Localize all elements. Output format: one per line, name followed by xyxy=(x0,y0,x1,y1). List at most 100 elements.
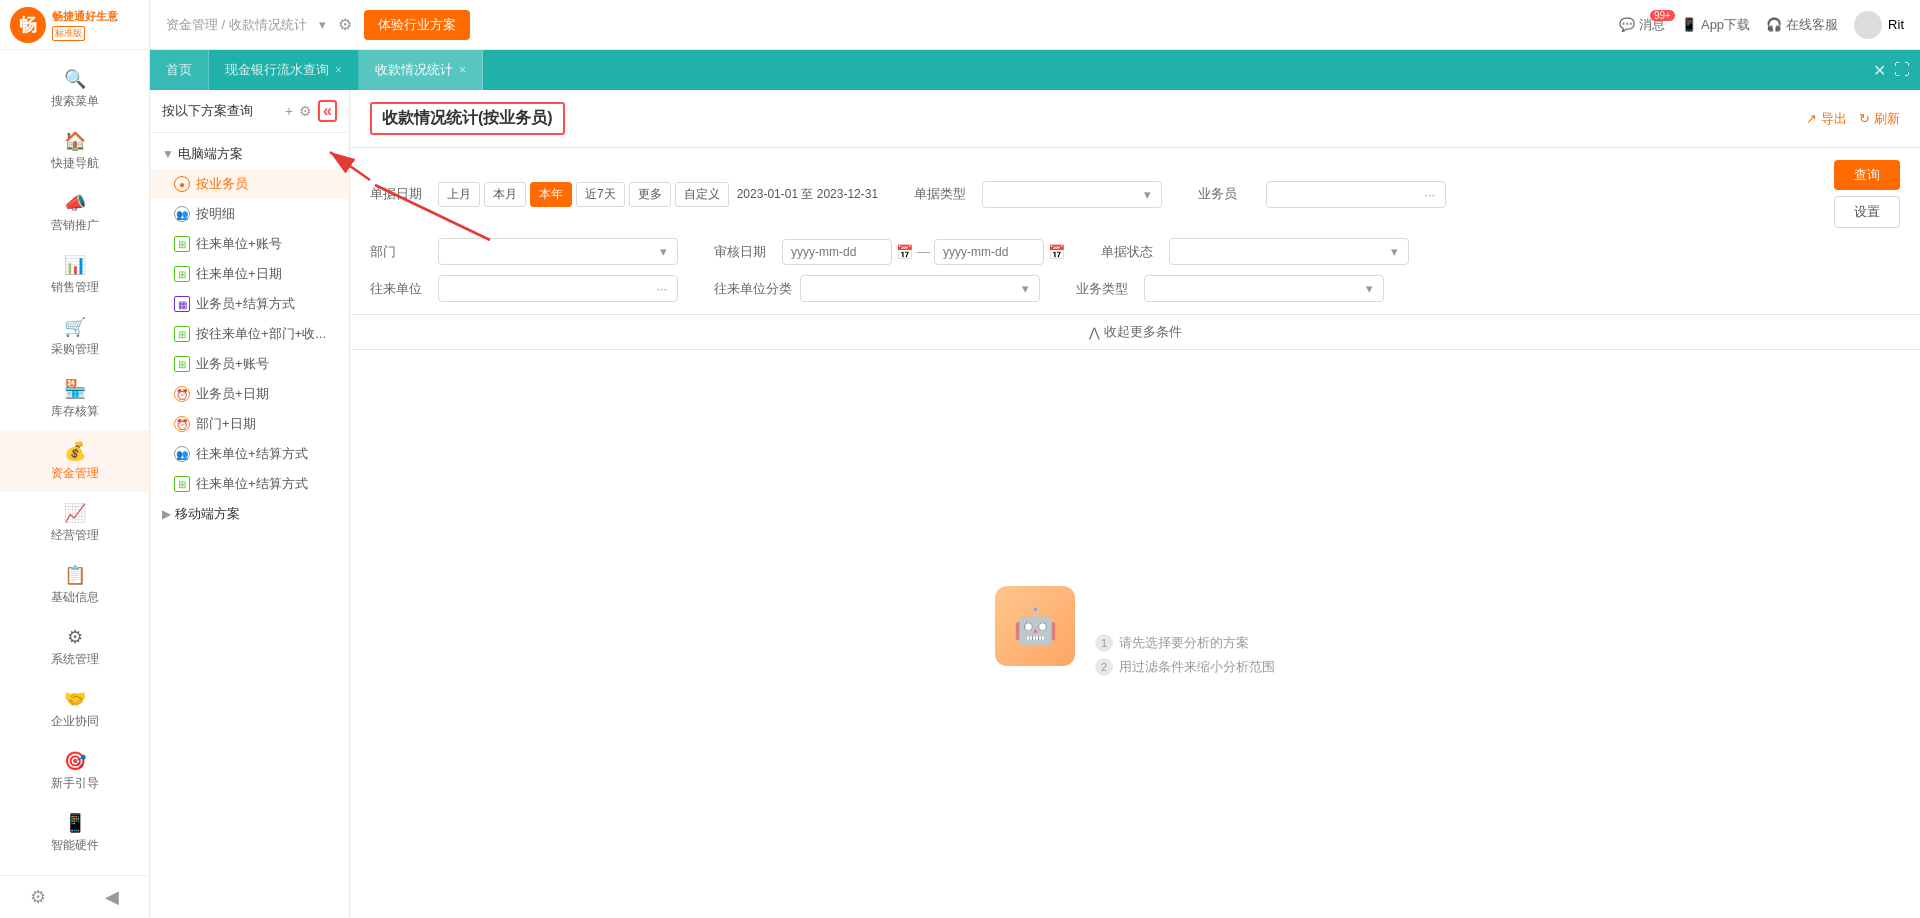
service-icon: 🎧 xyxy=(1766,17,1782,32)
scheme-item-icon-clock: ⏰ xyxy=(174,386,190,402)
scheme-settings-icon[interactable]: ⚙ xyxy=(299,103,312,119)
date-btn-last-month[interactable]: 上月 xyxy=(438,182,480,207)
scheme-item-by-detail[interactable]: 👥 按明细 xyxy=(150,199,349,229)
tab-bank-close[interactable]: × xyxy=(335,63,342,77)
sidebar-item-finance[interactable]: 💰 资金管理 xyxy=(0,430,149,492)
counterpart-category-label: 往来单位分类 xyxy=(714,280,792,298)
export-icon: ↗ xyxy=(1806,111,1817,126)
scheme-section-desktop-header[interactable]: ▼ 电脑端方案 xyxy=(150,139,349,169)
salesman-select[interactable]: ··· xyxy=(1266,181,1446,208)
salesman-item: 业务员 ··· xyxy=(1198,181,1446,208)
home-icon: 🏠 xyxy=(64,130,86,152)
scheme-item-salesman-account[interactable]: ⊞ 业务员+账号 xyxy=(150,349,349,379)
review-date-to-input[interactable] xyxy=(934,239,1044,265)
sidebar-item-guide[interactable]: 🎯 新手引导 xyxy=(0,740,149,802)
refresh-button[interactable]: ↻ 刷新 xyxy=(1859,110,1900,128)
breadcrumb-dropdown[interactable]: ▾ xyxy=(319,17,326,32)
tab-receipt-close[interactable]: × xyxy=(459,63,466,77)
sidebar-item-corp[interactable]: 🤝 企业协同 xyxy=(0,678,149,740)
scheme-item-unit-account[interactable]: ⊞ 往来单位+账号 xyxy=(150,229,349,259)
online-service-button[interactable]: 🎧 在线客服 xyxy=(1766,16,1838,34)
filter-row-3: 往来单位 ··· 往来单位分类 ▾ 业务类型 xyxy=(370,275,1900,302)
app-download-button[interactable]: 📱 App下载 xyxy=(1681,16,1750,34)
biz-type-select[interactable]: ▾ xyxy=(1144,275,1384,302)
collapse-sidebar-icon[interactable]: ◀ xyxy=(105,886,119,908)
date-label: 单据日期 xyxy=(370,185,430,203)
sidebar-item-wechat[interactable]: 💬 企业微信 xyxy=(0,864,149,875)
maximize-icon[interactable]: ⛶ xyxy=(1894,61,1910,79)
doc-status-select[interactable]: ▾ xyxy=(1169,238,1409,265)
sidebar-item-system[interactable]: ⚙ 系统管理 xyxy=(0,616,149,678)
query-button[interactable]: 查询 xyxy=(1834,160,1900,190)
operation-icon: 📈 xyxy=(64,502,86,524)
user-info[interactable]: Rit xyxy=(1854,11,1904,39)
scheme-section-mobile-header[interactable]: ▶ 移动端方案 xyxy=(150,499,349,529)
date-btn-7days[interactable]: 近7天 xyxy=(576,182,625,207)
review-date-label: 审核日期 xyxy=(714,243,774,261)
settings-button[interactable]: 设置 xyxy=(1834,196,1900,228)
scheme-item-unit-settlement1[interactable]: 👥 往来单位+结算方式 xyxy=(150,439,349,469)
logo-icon: 畅 xyxy=(10,7,46,43)
scheme-item-salesman-settlement[interactable]: ▦ 业务员+结算方式 xyxy=(150,289,349,319)
date-btn-this-month[interactable]: 本月 xyxy=(484,182,526,207)
trial-button[interactable]: 体验行业方案 xyxy=(364,10,470,40)
date-btn-more[interactable]: 更多 xyxy=(629,182,671,207)
tab-receipt[interactable]: 收款情况统计 × xyxy=(359,50,483,90)
date-btn-custom[interactable]: 自定义 xyxy=(675,182,729,207)
sidebar: 畅 畅捷通好生意 标准版 🔍 搜索菜单 🏠 快捷导航 📣 营销推广 📊 销售管理… xyxy=(0,0,150,918)
date-filter-item: 单据日期 上月 本月 本年 近7天 更多 自定义 2023-01-01 至 20… xyxy=(370,182,878,207)
hardware-icon: 📱 xyxy=(64,812,86,834)
review-date-from-input[interactable] xyxy=(782,239,892,265)
filter-row-1: 单据日期 上月 本月 本年 近7天 更多 自定义 2023-01-01 至 20… xyxy=(370,160,1900,228)
tabbar-actions: ✕ ⛶ xyxy=(1863,50,1920,90)
biz-type-label: 业务类型 xyxy=(1076,280,1136,298)
sidebar-item-purchase[interactable]: 🛒 采购管理 xyxy=(0,306,149,368)
section-name: 电脑端方案 xyxy=(178,145,243,163)
dept-select[interactable]: ▾ xyxy=(438,238,678,265)
right-panel: 收款情况统计(按业务员) ↗ 导出 ↻ 刷新 xyxy=(350,90,1920,918)
scheme-item-dept-date[interactable]: ⏰ 部门+日期 xyxy=(150,409,349,439)
section-arrow-icon: ▼ xyxy=(162,147,174,161)
counterpart-select[interactable]: ··· xyxy=(438,275,678,302)
tab-bank[interactable]: 现金银行流水查询 × xyxy=(209,50,359,90)
empty-state-robot-icon: 🤖 xyxy=(995,586,1075,666)
date-btn-this-year[interactable]: 本年 xyxy=(530,182,572,207)
doc-type-select[interactable]: ▾ xyxy=(982,181,1162,208)
tab-home[interactable]: 首页 xyxy=(150,50,209,90)
add-scheme-icon[interactable]: + xyxy=(285,103,293,119)
close-all-tabs-icon[interactable]: ✕ xyxy=(1873,61,1886,80)
user-name: Rit xyxy=(1888,17,1904,32)
sidebar-item-inventory[interactable]: 🏪 库存核算 xyxy=(0,368,149,430)
guide-icon: 🎯 xyxy=(64,750,86,772)
scheme-item-by-salesman[interactable]: ● 按业务员 xyxy=(150,169,349,199)
sidebar-item-hardware[interactable]: 📱 智能硬件 xyxy=(0,802,149,864)
page-header: 收款情况统计(按业务员) ↗ 导出 ↻ 刷新 xyxy=(350,90,1920,148)
sidebar-item-sales[interactable]: 📊 销售管理 xyxy=(0,244,149,306)
basic-icon: 📋 xyxy=(64,564,86,586)
message-button[interactable]: 💬 消息 99+ xyxy=(1619,16,1665,34)
scheme-item-unit-date[interactable]: ⊞ 往来单位+日期 xyxy=(150,259,349,289)
scheme-item-icon-people: 👥 xyxy=(174,206,190,222)
scheme-item-unit-dept-receipt[interactable]: ⊞ 按往来单位+部门+收... xyxy=(150,319,349,349)
settings-bottom-icon[interactable]: ⚙ xyxy=(30,886,46,908)
counterpart-category-select[interactable]: ▾ xyxy=(800,275,1040,302)
scheme-item-icon-table3: ⊞ xyxy=(174,326,190,342)
sidebar-item-marketing[interactable]: 📣 营销推广 xyxy=(0,182,149,244)
sidebar-item-operation[interactable]: 📈 经营管理 xyxy=(0,492,149,554)
collapse-panel-icon[interactable]: « xyxy=(318,100,337,122)
topbar-right: 💬 消息 99+ 📱 App下载 🎧 在线客服 Rit xyxy=(1619,11,1904,39)
scheme-item-salesman-date[interactable]: ⏰ 业务员+日期 xyxy=(150,379,349,409)
logo: 畅 畅捷通好生意 标准版 xyxy=(0,0,149,50)
export-button[interactable]: ↗ 导出 xyxy=(1806,110,1847,128)
sidebar-item-basic[interactable]: 📋 基础信息 xyxy=(0,554,149,616)
sidebar-item-search[interactable]: 🔍 搜索菜单 xyxy=(0,58,149,120)
sidebar-item-shortcut[interactable]: 🏠 快捷导航 xyxy=(0,120,149,182)
topbar-settings-icon[interactable]: ⚙ xyxy=(338,15,352,34)
scheme-item-unit-settlement2[interactable]: ⊞ 往来单位+结算方式 xyxy=(150,469,349,499)
calendar-from-icon[interactable]: 📅 xyxy=(896,244,913,260)
content-area: 按以下方案查询 + ⚙ « ▼ 电脑端方案 ● 按业务员 xyxy=(150,90,1920,918)
collapse-more-conditions[interactable]: ⋀ 收起更多条件 xyxy=(350,315,1920,350)
doc-type-arrow-icon: ▾ xyxy=(1144,187,1151,202)
empty-state-steps: 1 请先选择要分析的方案 2 用过滤条件来缩小分析范围 xyxy=(1095,634,1275,682)
calendar-to-icon[interactable]: 📅 xyxy=(1048,244,1065,260)
